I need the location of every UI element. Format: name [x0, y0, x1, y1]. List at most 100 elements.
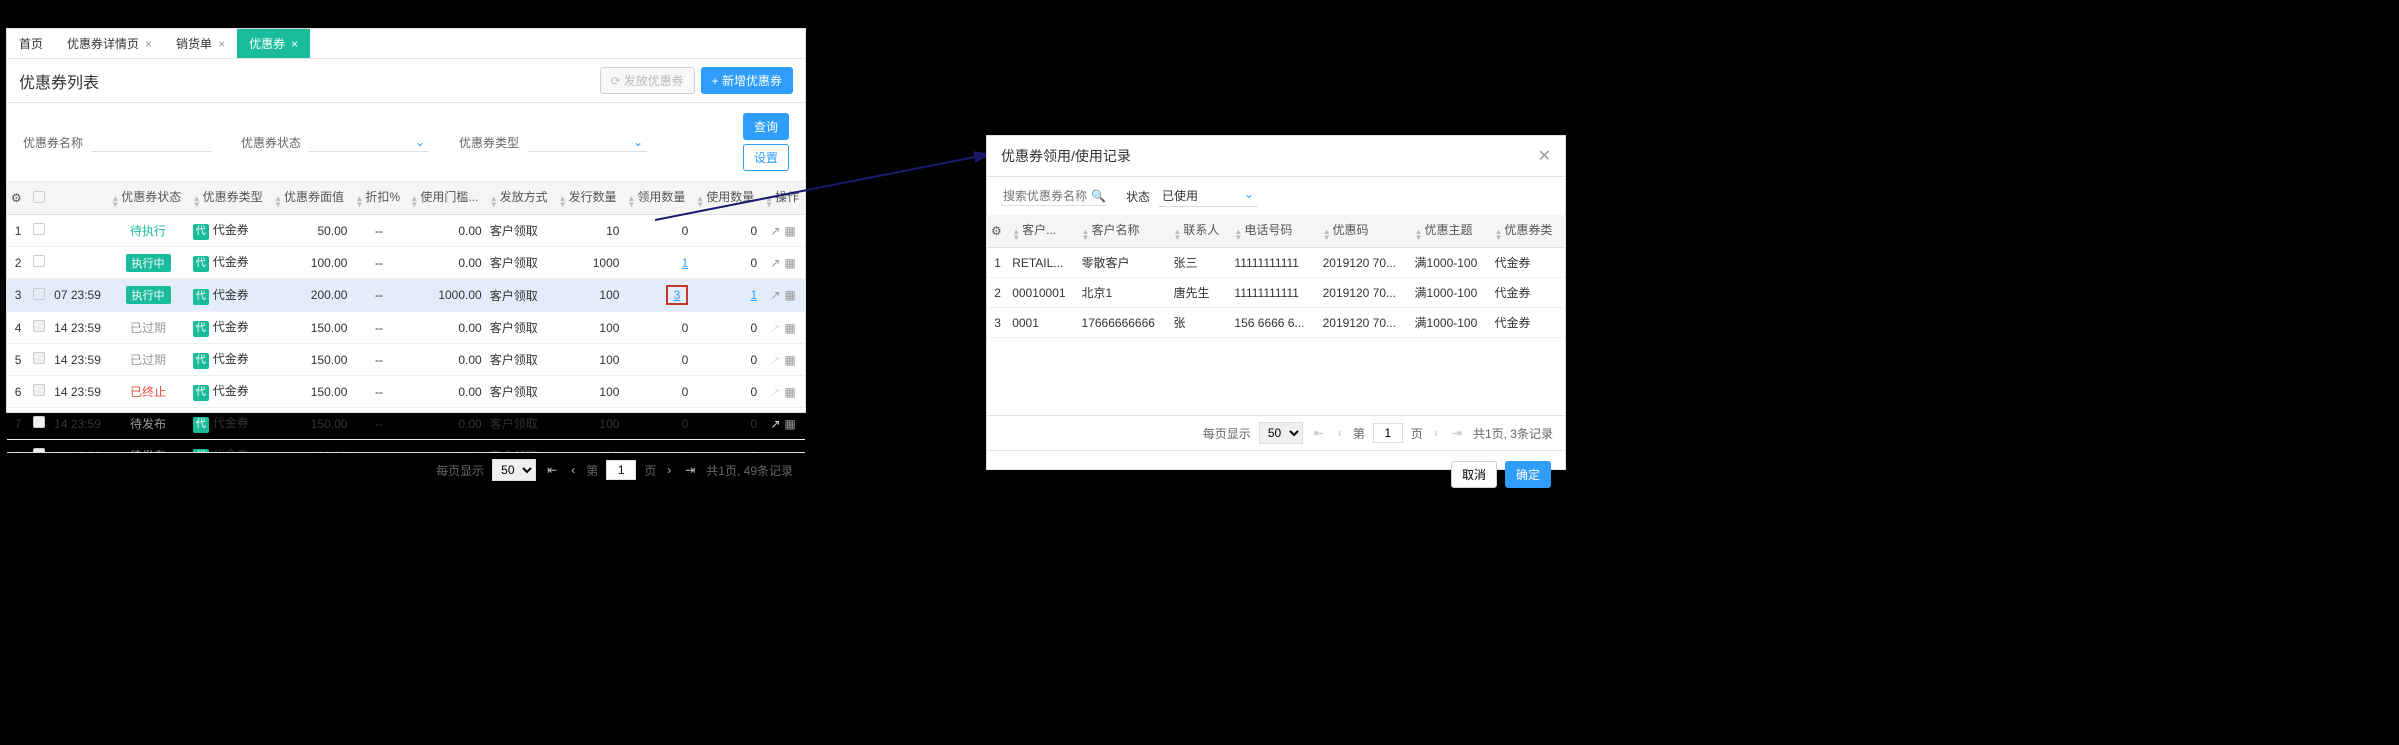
tab-bar: 首页优惠券详情页×销货单×优惠券× — [7, 29, 805, 59]
close-icon[interactable]: ✕ — [1538, 146, 1551, 166]
filter-type-dropdown[interactable]: ⌄ — [527, 133, 647, 152]
col-header[interactable]: ▲▼领用数量 — [623, 182, 692, 215]
share-icon[interactable]: ↗ — [770, 288, 780, 302]
table-row[interactable]: 1RETAIL...零散客户张三111111111112019120 70...… — [987, 248, 1565, 278]
modal-per-page-select[interactable]: 50 — [1259, 422, 1303, 444]
share-icon: ↗ — [770, 417, 780, 431]
col-header[interactable]: ▲▼发行数量 — [555, 182, 624, 215]
table-row[interactable]: 414 23:59已过期代代金券150.00--0.00客户领取10000↗▦ — [7, 312, 805, 344]
coupon-table-wrap[interactable]: ⚙ ▲▼优惠券状态▲▼优惠券类型▲▼优惠券面值▲▼折扣%▲▼使用门槛...▲▼发放… — [7, 182, 805, 452]
table-row[interactable]: 514 23:59已过期代代金券150.00--0.00客户领取10000↗▦ — [7, 344, 805, 376]
col-header[interactable]: ▲▼使用门槛... — [406, 182, 485, 215]
col-header[interactable]: ▲▼优惠券状态 — [107, 182, 188, 215]
table-row[interactable]: 307 23:59执行中代代金券200.00--1000.00客户领取10031… — [7, 279, 805, 312]
checkbox-column[interactable] — [29, 182, 50, 215]
share-icon[interactable]: ↗ — [770, 256, 780, 270]
col-header[interactable]: ▲▼电话号码 — [1230, 215, 1318, 248]
col-header[interactable]: ▲▼发放方式 — [486, 182, 555, 215]
col-header[interactable]: ▲▼优惠码 — [1319, 215, 1411, 248]
tab-首页[interactable]: 首页 — [7, 29, 55, 58]
tab-销货单[interactable]: 销货单× — [164, 29, 237, 58]
modal-search-input[interactable] — [1001, 187, 1091, 205]
col-header[interactable]: ▲▼使用数量 — [692, 182, 761, 215]
tab-close-icon[interactable]: × — [145, 37, 152, 51]
modal-pager-summary: 共1页, 3条记录 — [1473, 425, 1553, 442]
qr-icon[interactable]: ▦ — [784, 385, 795, 399]
row-checkbox[interactable] — [33, 255, 45, 267]
col-header[interactable]: ▲▼操作 — [761, 182, 805, 215]
cancel-button[interactable]: 取消 — [1451, 461, 1497, 488]
modal-pager-last-icon[interactable]: ⇥ — [1449, 426, 1465, 440]
usage-table: ⚙▲▼客户...▲▼客户名称▲▼联系人▲▼电话号码▲▼优惠码▲▼优惠主题▲▼优惠… — [987, 215, 1565, 338]
row-checkbox[interactable] — [33, 448, 45, 452]
row-checkbox[interactable] — [33, 223, 45, 235]
main-panel: 首页优惠券详情页×销货单×优惠券× 优惠券列表 ⟳发放优惠券 + 新增优惠券 优… — [6, 28, 806, 413]
col-header[interactable]: ▲▼联系人 — [1170, 215, 1231, 248]
modal-page-input[interactable] — [1373, 423, 1403, 443]
pager-last-icon[interactable]: ⇥ — [682, 463, 698, 477]
modal-pager: 每页显示 50 ⇤ ‹ 第 页 › ⇥ 共1页, 3条记录 — [987, 415, 1565, 450]
filter-status-dropdown[interactable]: ⌄ — [309, 133, 429, 152]
row-checkbox[interactable] — [33, 288, 45, 300]
modal-pager-first-icon[interactable]: ⇤ — [1311, 426, 1327, 440]
modal-title: 优惠券领用/使用记录 — [1001, 146, 1131, 166]
qr-icon[interactable]: ▦ — [784, 256, 795, 270]
table-row[interactable]: 714 23:59待发布代代金券150.00--0.00客户领取10000↗▦ — [7, 408, 805, 440]
modal-pager-prev-icon[interactable]: ‹ — [1335, 426, 1345, 440]
tab-close-icon[interactable]: × — [218, 37, 225, 51]
add-coupon-button[interactable]: + 新增优惠券 — [701, 67, 793, 94]
tab-优惠券详情页[interactable]: 优惠券详情页× — [55, 29, 164, 58]
col-header[interactable]: ▲▼客户名称 — [1078, 215, 1170, 248]
filter-type-label: 优惠券类型 — [459, 134, 519, 151]
share-icon: ↗ — [770, 385, 780, 399]
modal-state-dropdown[interactable]: 已使用⌄ — [1158, 185, 1258, 207]
confirm-button[interactable]: 确定 — [1505, 461, 1551, 488]
col-header[interactable]: ▲▼优惠券类 — [1490, 215, 1565, 248]
table-row[interactable]: 1待执行代代金券50.00--0.00客户领取1000↗▦ — [7, 215, 805, 247]
tab-close-icon[interactable]: × — [291, 37, 298, 51]
modal-state-label: 状态 — [1126, 188, 1150, 205]
col-header[interactable]: ▲▼折扣% — [351, 182, 406, 215]
col-header[interactable]: ▲▼客户... — [1008, 215, 1077, 248]
search-icon[interactable]: 🔍 — [1091, 189, 1106, 203]
gear-column[interactable]: ⚙ — [987, 215, 1008, 248]
qr-icon[interactable]: ▦ — [784, 353, 795, 367]
row-checkbox[interactable] — [33, 320, 45, 332]
query-button[interactable]: 查询 — [743, 113, 789, 140]
qr-icon[interactable]: ▦ — [784, 449, 795, 453]
table-row[interactable]: 2执行中代代金券100.00--0.00客户领取100010↗▦ — [7, 247, 805, 279]
coupon-table: ⚙ ▲▼优惠券状态▲▼优惠券类型▲▼优惠券面值▲▼折扣%▲▼使用门槛...▲▼发放… — [7, 182, 805, 452]
pager-next-icon[interactable]: › — [664, 463, 674, 477]
share-icon[interactable]: ↗ — [770, 224, 780, 238]
row-checkbox[interactable] — [33, 384, 45, 396]
modal-search-box[interactable]: 🔍 — [1001, 187, 1106, 206]
settings-button[interactable]: 设置 — [743, 144, 789, 171]
filter-name-input[interactable] — [91, 133, 211, 152]
table-row[interactable]: 3000117666666666张156 6666 6...2019120 70… — [987, 308, 1565, 338]
row-checkbox[interactable] — [33, 352, 45, 364]
filter-bar: 优惠券名称 优惠券状态 ⌄ 优惠券类型 ⌄ 查询 设置 — [7, 103, 805, 182]
qr-icon[interactable]: ▦ — [784, 288, 795, 302]
per-page-select[interactable]: 50 — [492, 459, 536, 481]
qr-icon[interactable]: ▦ — [784, 224, 795, 238]
modal-table-wrap[interactable]: ⚙▲▼客户...▲▼客户名称▲▼联系人▲▼电话号码▲▼优惠码▲▼优惠主题▲▼优惠… — [987, 215, 1565, 415]
issue-coupon-button[interactable]: ⟳发放优惠券 — [600, 67, 695, 94]
pager-summary: 共1页, 49条记录 — [706, 462, 793, 479]
row-checkbox[interactable] — [33, 416, 45, 428]
col-header[interactable]: ▲▼优惠主题 — [1411, 215, 1491, 248]
pager: 每页显示 50 ⇤ ‹ 第 页 › ⇥ 共1页, 49条记录 — [7, 452, 805, 487]
table-row[interactable]: 614 23:59已终止代代金券150.00--0.00客户领取10000↗▦ — [7, 376, 805, 408]
pager-prev-icon[interactable]: ‹ — [568, 463, 578, 477]
table-row[interactable]: 814 23:59待发布代代金券150.00--0.00客户领取10000↗▦ — [7, 440, 805, 453]
share-icon: ↗ — [770, 321, 780, 335]
pager-first-icon[interactable]: ⇤ — [544, 463, 560, 477]
modal-pager-next-icon[interactable]: › — [1431, 426, 1441, 440]
gear-column[interactable]: ⚙ — [7, 182, 29, 215]
col-header[interactable]: ▲▼优惠券类型 — [189, 182, 270, 215]
table-row[interactable]: 200010001北京1唐先生111111111112019120 70...满… — [987, 278, 1565, 308]
col-header[interactable]: ▲▼优惠券面值 — [270, 182, 351, 215]
page-input[interactable] — [606, 460, 636, 480]
qr-icon[interactable]: ▦ — [784, 417, 795, 431]
tab-优惠券[interactable]: 优惠券× — [237, 29, 310, 58]
qr-icon[interactable]: ▦ — [784, 321, 795, 335]
